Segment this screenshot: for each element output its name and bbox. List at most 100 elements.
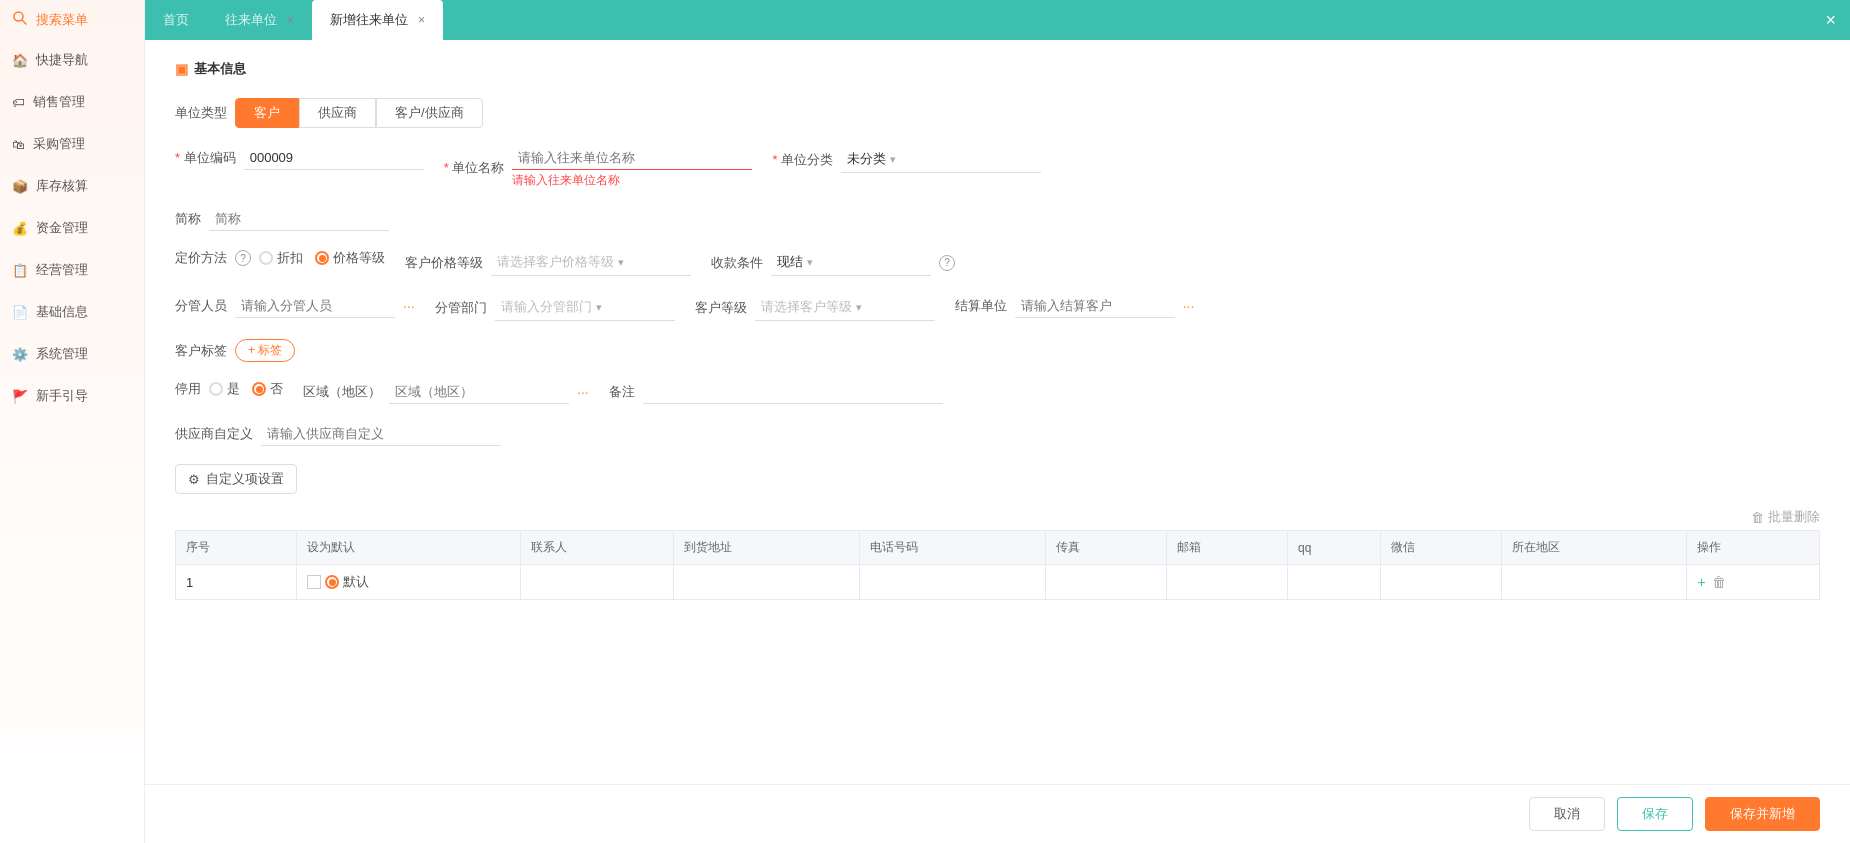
- region-input[interactable]: [389, 380, 569, 404]
- region-ellipsis[interactable]: ···: [577, 384, 589, 400]
- tabbar-close-all[interactable]: ×: [1811, 10, 1850, 31]
- default-label: 默认: [343, 573, 369, 591]
- chart-icon: 📋: [12, 263, 28, 278]
- radio-price-level[interactable]: 价格等级: [315, 249, 385, 267]
- sidebar-item-system[interactable]: ⚙️ 系统管理: [0, 333, 144, 375]
- sidebar-item-operation[interactable]: 📋 经营管理: [0, 249, 144, 291]
- tab-new-partner-label: 新增往来单位: [330, 11, 408, 29]
- unit-btn-both[interactable]: 客户/供应商: [376, 98, 483, 128]
- code-label: * 单位编码: [175, 149, 236, 167]
- radio-no-label: 否: [270, 380, 283, 398]
- customer-level-select[interactable]: 请选择客户等级 ▾: [755, 294, 935, 321]
- form-content: ▣ 基本信息 单位类型 客户 供应商 客户/供应商 * 单位编码 * 单位名称: [145, 40, 1850, 784]
- save-button[interactable]: 保存: [1617, 797, 1693, 831]
- bag-icon: 🛍: [12, 137, 25, 152]
- th-contact: 联系人: [520, 531, 673, 565]
- tab-partners[interactable]: 往来单位 ×: [207, 0, 312, 40]
- tab-new-partner-close[interactable]: ×: [418, 13, 425, 27]
- remark-input[interactable]: [643, 380, 943, 404]
- th-region: 所在地区: [1501, 531, 1687, 565]
- sidebar-item-basic[interactable]: 📄 基础信息: [0, 291, 144, 333]
- payment-select[interactable]: 现结 ▾: [771, 249, 931, 276]
- row-checkbox[interactable]: [307, 575, 321, 589]
- th-phone: 电话号码: [859, 531, 1045, 565]
- radio-discount[interactable]: 折扣: [259, 249, 303, 267]
- region-field: 区域（地区） ···: [303, 380, 589, 404]
- gear-icon: ⚙️: [12, 347, 28, 362]
- search-menu[interactable]: 搜索菜单: [0, 0, 144, 39]
- category-value: 未分类: [847, 150, 886, 168]
- manager-ellipsis[interactable]: ···: [403, 298, 415, 314]
- th-fax: 传真: [1045, 531, 1166, 565]
- unit-btn-supplier[interactable]: 供应商: [299, 98, 376, 128]
- section-icon: ▣: [175, 61, 188, 77]
- sidebar-item-finance[interactable]: 💰 资金管理: [0, 207, 144, 249]
- default-radio-circle: [325, 575, 339, 589]
- default-radio[interactable]: 默认: [325, 573, 369, 591]
- unit-type-row: 单位类型 客户 供应商 客户/供应商: [175, 98, 1820, 128]
- td-contact: [520, 565, 673, 600]
- flag-icon: 🚩: [12, 389, 28, 404]
- sidebar-item-purchase[interactable]: 🛍 采购管理: [0, 123, 144, 165]
- sidebar-item-guide[interactable]: 🚩 新手引导: [0, 375, 144, 417]
- radio-no[interactable]: 否: [252, 380, 283, 398]
- settlement-ellipsis[interactable]: ···: [1183, 298, 1195, 314]
- sidebar-item-sales[interactable]: 🏷 销售管理: [0, 81, 144, 123]
- main-content: 首页 往来单位 × 新增往来单位 × × ▣ 基本信息 单位类型 客户 供应商 …: [145, 0, 1850, 843]
- add-tag-button[interactable]: + 标签: [235, 339, 295, 362]
- name-input[interactable]: [512, 146, 752, 170]
- tag-field: 客户标签 + 标签: [175, 339, 295, 362]
- svg-line-1: [22, 20, 26, 24]
- unit-btn-customer[interactable]: 客户: [235, 98, 299, 128]
- customer-price-select[interactable]: 请选择客户价格等级 ▾: [491, 249, 691, 276]
- td-action: + 🗑: [1687, 565, 1820, 600]
- payment-field: 收款条件 现结 ▾ ?: [711, 249, 955, 276]
- search-icon: [12, 10, 28, 29]
- short-name-input[interactable]: [209, 207, 389, 231]
- unit-type-field: 单位类型 客户 供应商 客户/供应商: [175, 98, 483, 128]
- batch-delete-button[interactable]: 🗑 批量删除: [1751, 508, 1820, 526]
- settlement-input[interactable]: [1015, 294, 1175, 318]
- dept-select[interactable]: 请输入分管部门 ▾: [495, 294, 675, 321]
- footer: 取消 保存 保存并新增: [145, 784, 1850, 843]
- tab-home[interactable]: 首页: [145, 0, 207, 40]
- name-label: * 单位名称: [444, 159, 505, 177]
- tab-partners-label: 往来单位: [225, 11, 277, 29]
- tab-new-partner[interactable]: 新增往来单位 ×: [312, 0, 443, 40]
- short-name-field: 简称: [175, 207, 389, 231]
- settlement-field: 结算单位 ···: [955, 294, 1195, 318]
- search-menu-label: 搜索菜单: [36, 11, 88, 29]
- td-index: 1: [176, 565, 297, 600]
- th-action: 操作: [1687, 531, 1820, 565]
- td-address: [674, 565, 860, 600]
- cancel-button[interactable]: 取消: [1529, 797, 1605, 831]
- radio-yes[interactable]: 是: [209, 380, 240, 398]
- pricing-field: 定价方法 ? 折扣 价格等级: [175, 249, 385, 267]
- delete-row-icon[interactable]: 🗑: [1712, 574, 1726, 590]
- sidebar-item-quick-nav[interactable]: 🏠 快捷导航: [0, 39, 144, 81]
- sidebar-item-label: 新手引导: [36, 387, 88, 405]
- td-region: [1501, 565, 1687, 600]
- contact-table: 序号 设为默认 联系人 到货地址 电话号码 传真 邮箱 qq 微信 所在地区 操…: [175, 530, 1820, 600]
- custom-settings-button[interactable]: ⚙ 自定义项设置: [175, 464, 297, 494]
- dept-placeholder: 请输入分管部门: [501, 298, 592, 316]
- payment-help-icon[interactable]: ?: [939, 255, 955, 271]
- code-input[interactable]: [244, 146, 424, 170]
- chevron-down-icon2: ▾: [618, 256, 624, 269]
- sidebar-item-label: 基础信息: [36, 303, 88, 321]
- save-new-button[interactable]: 保存并新增: [1705, 797, 1820, 831]
- radio-discount-circle: [259, 251, 273, 265]
- manager-input[interactable]: [235, 294, 395, 318]
- sidebar-item-stock[interactable]: 📦 库存核算: [0, 165, 144, 207]
- disabled-region-row: 停用 是 否 区域（地区） ··· 备注: [175, 380, 1820, 404]
- category-select[interactable]: 未分类 ▾: [841, 146, 1041, 173]
- sidebar-item-label: 销售管理: [33, 93, 85, 111]
- tab-partners-close[interactable]: ×: [287, 13, 294, 27]
- td-fax: [1045, 565, 1166, 600]
- chevron-down-icon3: ▾: [807, 256, 813, 269]
- add-row-icon[interactable]: +: [1697, 574, 1705, 590]
- box-icon: 📦: [12, 179, 28, 194]
- supplier-custom-input[interactable]: [261, 422, 501, 446]
- td-qq: [1287, 565, 1380, 600]
- pricing-help-icon[interactable]: ?: [235, 250, 251, 266]
